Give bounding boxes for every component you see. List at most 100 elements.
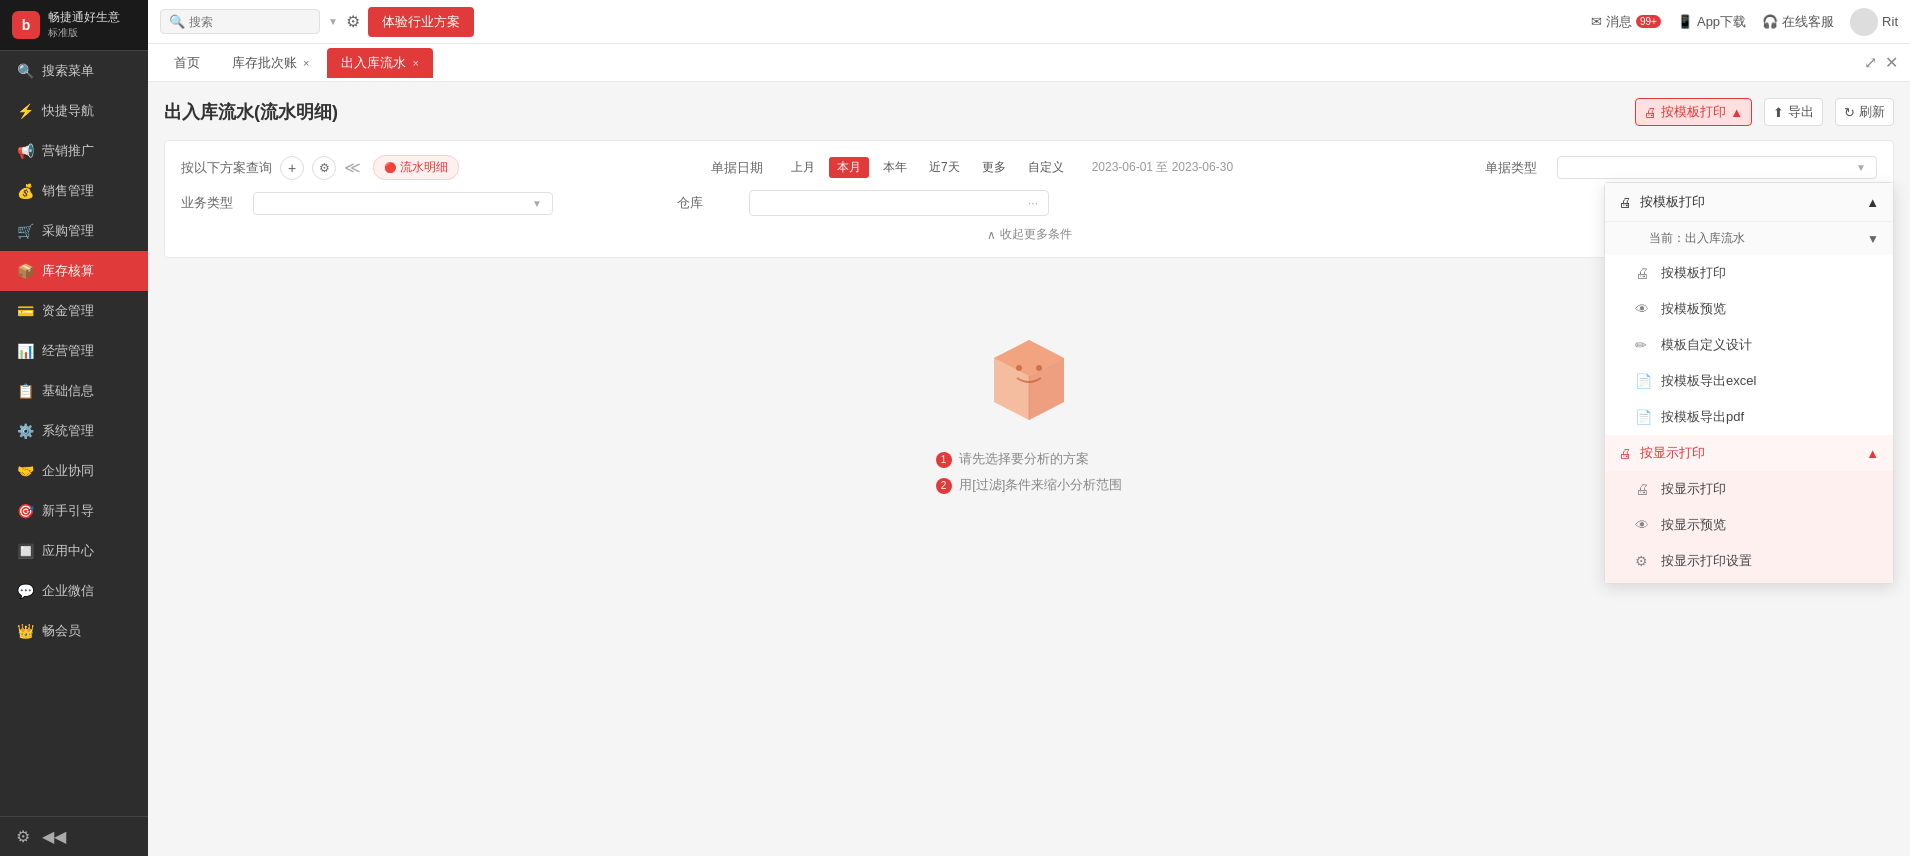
main-area: 🔍 ▼ ⚙ 体验行业方案 ✉ 消息 99+ 📱 App下载 🎧 在线客服 Rit (148, 0, 1910, 856)
maximize-icon[interactable]: ⤢ (1864, 53, 1877, 72)
dropdown-item-template-print[interactable]: 🖨 按模板打印 (1605, 255, 1893, 291)
display-settings-icon: ⚙ (1635, 553, 1653, 569)
purchase-icon: 🛒 (16, 222, 34, 240)
sidebar-item-sales[interactable]: 💰 销售管理 (0, 171, 148, 211)
close-window-icon[interactable]: ✕ (1885, 53, 1898, 72)
sidebar-scroll: 🔍 搜索菜单 ⚡ 快捷导航 📢 营销推广 💰 销售管理 🛒 采购管理 📦 库存核… (0, 51, 148, 816)
sidebar-item-label-sales: 销售管理 (42, 182, 94, 200)
sidebar-item-corp[interactable]: 🤝 企业协同 (0, 451, 148, 491)
basic-icon: 📋 (16, 382, 34, 400)
date-tab-本年[interactable]: 本年 (875, 157, 915, 178)
date-tab-自定义[interactable]: 自定义 (1020, 157, 1072, 178)
date-tab-上月[interactable]: 上月 (783, 157, 823, 178)
filter-collapse-toggle[interactable]: ≪ (344, 158, 361, 177)
sidebar-item-system[interactable]: ⚙️ 系统管理 (0, 411, 148, 451)
tab-batch-account[interactable]: 库存批次账 × (218, 48, 323, 78)
export-button[interactable]: ⬆ 导出 (1764, 98, 1823, 126)
dropdown-current-item: 当前：出入库流水 ▼ (1605, 222, 1893, 255)
settings-bottom-icon[interactable]: ⚙ (16, 827, 30, 846)
dropdown-item-template-pdf[interactable]: 📄 按模板导出pdf (1605, 399, 1893, 435)
sidebar-item-guide[interactable]: 🎯 新手引导 (0, 491, 148, 531)
sidebar-item-quick-nav[interactable]: ⚡ 快捷导航 (0, 91, 148, 131)
operations-icon: 📊 (16, 342, 34, 360)
sidebar-item-label-guide: 新手引导 (42, 502, 94, 520)
sidebar-item-label-search: 搜索菜单 (42, 62, 94, 80)
tab-home[interactable]: 首页 (160, 48, 214, 78)
filter-flow-tag[interactable]: 🔴 流水明细 (373, 155, 459, 180)
empty-steps: 1 请先选择要分析的方案 2 用[过滤]条件来缩小分析范围 (936, 446, 1123, 498)
sidebar-item-label-apps: 应用中心 (42, 542, 94, 560)
collapse-sidebar-icon[interactable]: ◀◀ (42, 827, 66, 846)
tab-flow-close-icon[interactable]: × (412, 57, 418, 69)
dropdown-display-section[interactable]: 🖨 按显示打印 ▲ (1605, 435, 1893, 471)
marketing-icon: 📢 (16, 142, 34, 160)
trial-button[interactable]: 体验行业方案 (368, 7, 474, 37)
sidebar-item-finance[interactable]: 💳 资金管理 (0, 291, 148, 331)
sidebar-item-apps[interactable]: 🔲 应用中心 (0, 531, 148, 571)
page-action-bar: 🖨 按模板打印 ▲ ⬆ 导出 ↻ 刷新 (1635, 98, 1894, 126)
user-avatar-area[interactable]: Rit (1850, 8, 1898, 36)
print-icon: 🖨 (1644, 105, 1657, 120)
collapse-button[interactable]: ∧ 收起更多条件 (987, 226, 1072, 243)
refresh-icon: ↻ (1844, 105, 1855, 120)
search-input[interactable] (189, 15, 311, 29)
sales-icon: 💰 (16, 182, 34, 200)
sidebar-item-marketing[interactable]: 📢 营销推广 (0, 131, 148, 171)
date-tab-本月[interactable]: 本月 (829, 157, 869, 178)
display-preview-icon: 👁 (1635, 517, 1653, 533)
sidebar-item-label-corp: 企业协同 (42, 462, 94, 480)
date-tab-更多[interactable]: 更多 (974, 157, 1014, 178)
step-2-num: 2 (936, 478, 952, 494)
dropdown-item-display-print[interactable]: 🖨 按显示打印 (1605, 471, 1893, 507)
messages-button[interactable]: ✉ 消息 99+ (1591, 13, 1661, 31)
template-excel-icon: 📄 (1635, 373, 1653, 389)
filter-row-1: 按以下方案查询 + ⚙ ≪ 🔴 流水明细 单据日期 上月本月本年近7天更多自定义… (181, 155, 1877, 180)
sidebar-item-basic[interactable]: 📋 基础信息 (0, 371, 148, 411)
sidebar-item-inventory[interactable]: 📦 库存核算 (0, 251, 148, 291)
display-section-icon: 🖨 (1619, 446, 1632, 461)
type-select[interactable]: ▼ (1557, 156, 1877, 179)
topbar-gear-icon[interactable]: ⚙ (346, 12, 360, 31)
svg-point-5 (1016, 365, 1022, 371)
online-service-button[interactable]: 🎧 在线客服 (1762, 13, 1834, 31)
dropdown-item-display-settings[interactable]: ⚙ 按显示打印设置 (1605, 543, 1893, 579)
svg-point-6 (1036, 365, 1042, 371)
dropdown-template-header[interactable]: 🖨 按模板打印 ▲ (1605, 183, 1893, 222)
biz-type-select[interactable]: ▼ (253, 192, 553, 215)
sidebar-item-purchase[interactable]: 🛒 采购管理 (0, 211, 148, 251)
filter-tag-icon: 🔴 (384, 162, 396, 173)
filter-scheme-label: 按以下方案查询 (181, 159, 272, 177)
sidebar-item-operations[interactable]: 📊 经营管理 (0, 331, 148, 371)
dropdown-item-template-custom[interactable]: ✏ 模板自定义设计 (1605, 327, 1893, 363)
dropdown-item-template-preview[interactable]: 👁 按模板预览 (1605, 291, 1893, 327)
logo-sub: 标准版 (48, 26, 120, 40)
dropdown-item-display-excel[interactable]: 📄 按显示导出excel (1605, 579, 1893, 583)
dropdown-item-display-preview[interactable]: 👁 按显示预览 (1605, 507, 1893, 543)
search-dropdown-icon[interactable]: ▼ (328, 16, 338, 27)
sidebar-item-wechat[interactable]: 💬 企业微信 (0, 571, 148, 611)
sidebar-item-search[interactable]: 🔍 搜索菜单 (0, 51, 148, 91)
biz-type-label: 业务类型 (181, 194, 241, 212)
app-download-button[interactable]: 📱 App下载 (1677, 13, 1746, 31)
tab-flow[interactable]: 出入库流水 × (327, 48, 432, 78)
date-tab-近7天[interactable]: 近7天 (921, 157, 968, 178)
tabs-window-controls: ⤢ ✕ (1864, 53, 1898, 72)
template-print-icon: 🖨 (1635, 265, 1653, 281)
topbar-search-box[interactable]: 🔍 (160, 9, 320, 34)
print-dropdown-arrow[interactable]: ▲ (1730, 105, 1743, 120)
refresh-button[interactable]: ↻ 刷新 (1835, 98, 1894, 126)
warehouse-select[interactable]: ··· (749, 190, 1049, 216)
dropdown-scroll: 🖨 按模板打印 ▲ 当前：出入库流水 ▼ 🖨 按模板打印 👁 按 (1605, 183, 1893, 583)
corp-icon: 🤝 (16, 462, 34, 480)
filter-add-button[interactable]: + (280, 156, 304, 180)
type-select-arrow: ▼ (1856, 162, 1866, 173)
dropdown-item-template-excel[interactable]: 📄 按模板导出excel (1605, 363, 1893, 399)
sidebar-item-vip[interactable]: 👑 畅会员 (0, 611, 148, 651)
template-preview-icon: 👁 (1635, 301, 1653, 317)
tab-batch-close-icon[interactable]: × (303, 57, 309, 69)
search-icon: 🔍 (16, 62, 34, 80)
print-button[interactable]: 🖨 按模板打印 ▲ (1635, 98, 1752, 126)
filter-settings-button[interactable]: ⚙ (312, 156, 336, 180)
sidebar-item-label-marketing: 营销推广 (42, 142, 94, 160)
headset-icon: 🎧 (1762, 14, 1778, 29)
